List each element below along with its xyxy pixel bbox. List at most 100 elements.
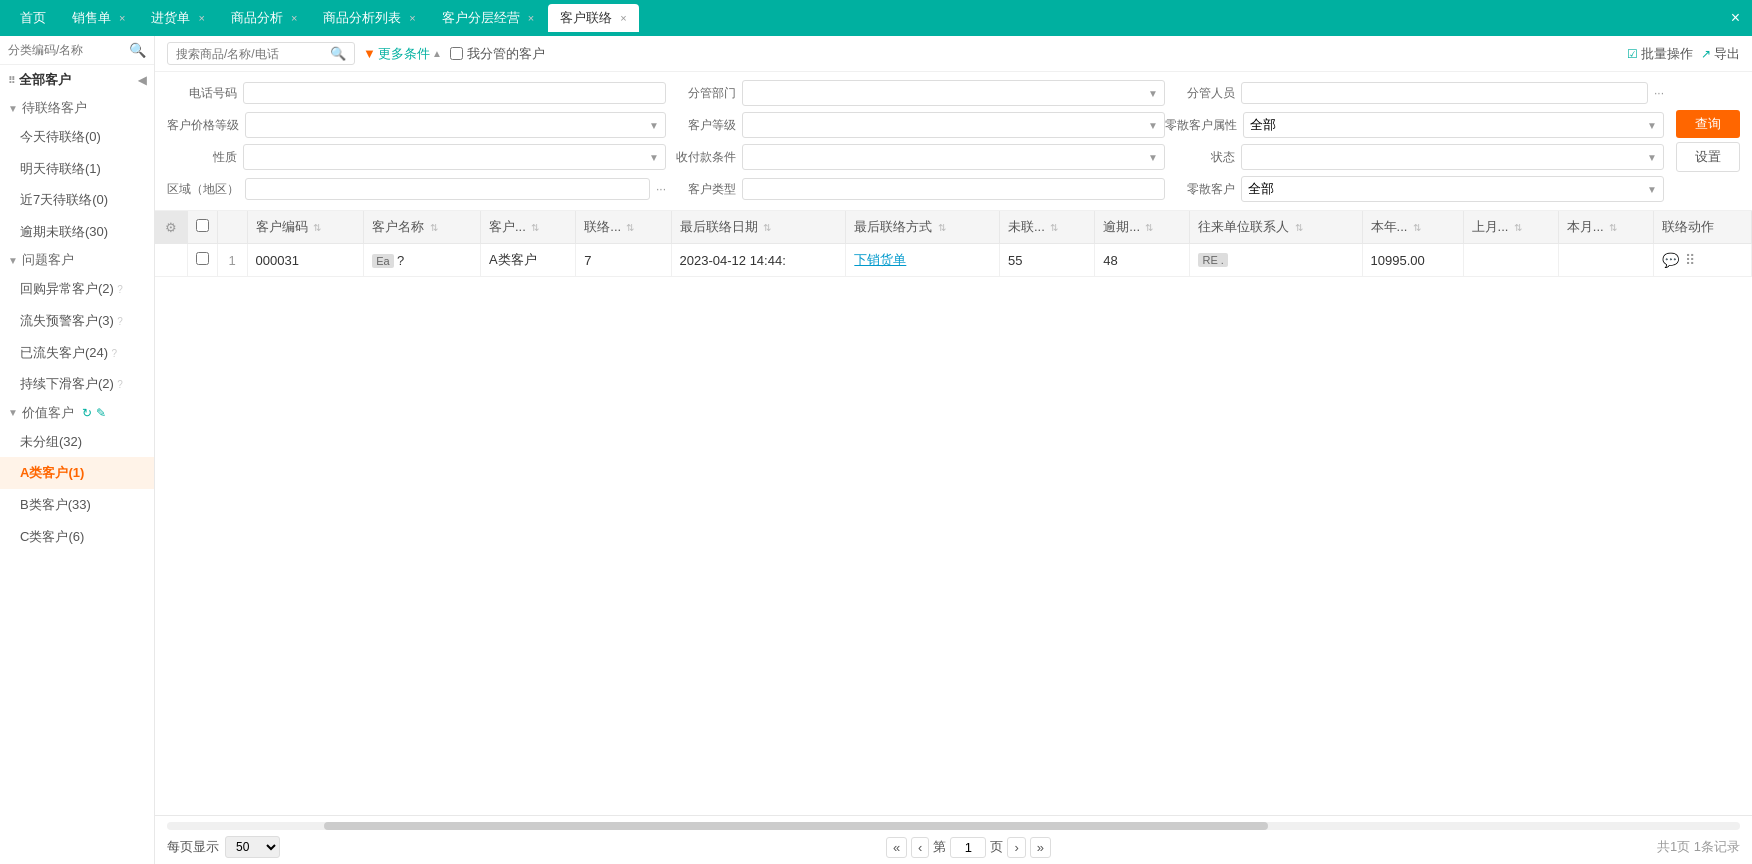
sort-icon-contact[interactable]: ⇅ [626,222,634,233]
sort-icon-type[interactable]: ⇅ [531,222,539,233]
batch-op-button[interactable]: ☑ 批量操作 [1627,45,1693,63]
sidebar-group-value[interactable]: ▼ 价值客户 ↻ ✎ [0,400,154,426]
nav-tab-customer-mgmt-close[interactable]: × [528,12,534,24]
help-icon-1: ? [117,284,123,295]
nav-tab-purchase[interactable]: 进货单 × [139,4,216,32]
sidebar-group-pending[interactable]: ▼ 待联络客户 [0,95,154,121]
edit-icon[interactable]: ✎ [96,406,106,420]
filter-select-nature[interactable]: ▼ [243,144,666,170]
sidebar-item-tomorrow-pending[interactable]: 明天待联络(1) [0,153,154,185]
sidebar-collapse-icon[interactable]: ◀ [138,74,146,87]
filter-my-customers-label: 我分管的客户 [467,45,545,63]
page-label: 第 [933,838,946,856]
td-customer-type: A类客户 [481,244,576,277]
sort-icon-this-month[interactable]: ⇅ [1609,222,1617,233]
horizontal-scrollbar-track[interactable] [167,822,1740,830]
prev-page-button[interactable]: ‹ [911,837,929,858]
sidebar-item-churn-warning[interactable]: 流失预警客户(3) ? [0,305,154,337]
filter-select-payment[interactable]: ▼ [742,144,1165,170]
chevron-down-icon: ▼ [1148,88,1158,99]
sidebar-group-problem[interactable]: ▼ 问题客户 [0,247,154,273]
per-page-select[interactable]: 50 100 200 [225,836,280,858]
not-contacted-value: 55 [1008,253,1022,268]
filter-select-customer-level[interactable]: ▼ [742,112,1165,138]
filter-search-input[interactable] [176,47,326,61]
filter-select-dept[interactable]: ▼ [742,80,1165,106]
filter-search-icon[interactable]: 🔍 [330,46,346,61]
sidebar-item-churned[interactable]: 已流失客户(24) ? [0,337,154,369]
sidebar-item-ungrouped[interactable]: 未分组(32) [0,426,154,458]
sort-icon-last-month[interactable]: ⇅ [1514,222,1522,233]
sidebar-item-class-b[interactable]: B类客户(33) [0,489,154,521]
action-message-icon[interactable]: 💬 [1662,252,1679,268]
th-customer-code-label: 客户编码 [256,219,308,234]
filter-select-sparse-customer[interactable]: 全部 ▼ [1241,176,1664,202]
th-this-year: 本年... ⇅ [1362,211,1463,244]
filter-select-price-level[interactable]: ▼ [245,112,666,138]
sort-icon-code[interactable]: ⇅ [313,222,321,233]
filter-my-customers-checkbox[interactable] [450,47,463,60]
filter-select-sparse-customer-value: 全部 [1248,180,1274,198]
nav-tab-customer-mgmt[interactable]: 客户分层经营 × [430,4,546,32]
sidebar-search-icon[interactable]: 🔍 [129,42,146,58]
last-page-button[interactable]: » [1030,837,1051,858]
sort-icon-name[interactable]: ⇅ [430,222,438,233]
filter-select-sparse-attr[interactable]: 全部 ▼ [1243,112,1664,138]
sidebar-item-declining[interactable]: 持续下滑客户(2) ? [0,368,154,400]
sidebar-item-today-pending[interactable]: 今天待联络(0) [0,121,154,153]
page-number-input[interactable] [950,837,986,858]
sidebar-item-class-c[interactable]: C类客户(6) [0,521,154,553]
refresh-icon[interactable]: ↻ [82,406,92,420]
sidebar-search-input[interactable] [8,43,125,57]
sidebar-item-overdue-pending[interactable]: 逾期未联络(30) [0,216,154,248]
nav-tab-sales-close[interactable]: × [119,12,125,24]
sort-icon-person[interactable]: ⇅ [1295,222,1303,233]
sort-icon-not-contacted[interactable]: ⇅ [1050,222,1058,233]
filter-cell-dept: 分管部门 ▼ [666,80,1165,106]
sort-icon-this-year[interactable]: ⇅ [1413,222,1421,233]
filter-input-customer-type[interactable] [742,178,1165,200]
nav-home[interactable]: 首页 [8,4,58,32]
sidebar-all-customers[interactable]: ⠿ 全部客户 ◀ [0,65,154,95]
last-contact-method-link[interactable]: 下销货单 [854,252,906,267]
sidebar-item-repurchase-anomaly[interactable]: 回购异常客户(2) ? [0,273,154,305]
th-not-contacted: 未联... ⇅ [999,211,1094,244]
next-page-button[interactable]: › [1007,837,1025,858]
export-button[interactable]: ↗ 导出 [1701,45,1740,63]
sort-icon-method[interactable]: ⇅ [938,222,946,233]
chevron-down-icon-3: ▼ [1148,120,1158,131]
nav-tab-customer-contact-close[interactable]: × [620,12,626,24]
sidebar-item-7day-pending[interactable]: 近7天待联络(0) [0,184,154,216]
nav-tab-purchase-close[interactable]: × [198,12,204,24]
customer-name-prefix: Ea [372,254,393,268]
td-not-contacted: 55 [999,244,1094,277]
filter-row-1: 电话号码 分管部门 ▼ 分管人员 [167,80,1664,106]
sort-icon-date[interactable]: ⇅ [763,222,771,233]
select-all-checkbox[interactable] [196,219,209,232]
filter-input-region[interactable] [245,178,650,200]
first-page-button[interactable]: « [886,837,907,858]
filter-select-status[interactable]: ▼ [1241,144,1664,170]
query-button[interactable]: 查询 [1676,110,1740,138]
nav-tab-customer-contact[interactable]: 客户联络 × [548,4,638,32]
nav-tab-sales[interactable]: 销售单 × [60,4,137,32]
sidebar-item-churn-warning-label: 流失预警客户(3) [20,313,114,328]
filter-input-manager[interactable] [1241,82,1648,104]
nav-tab-analysis[interactable]: 商品分析 × [219,4,309,32]
nav-tab-analysis-list-close[interactable]: × [409,12,415,24]
table-gear-icon[interactable]: ⚙ [165,220,177,235]
horizontal-scrollbar-thumb[interactable] [324,822,1268,830]
filter-region-dots[interactable]: ··· [656,182,666,196]
action-more-icon[interactable]: ⠿ [1685,252,1695,268]
sort-icon-overdue[interactable]: ⇅ [1145,222,1153,233]
nav-tab-analysis-close[interactable]: × [291,12,297,24]
settings-button[interactable]: 设置 [1676,142,1740,172]
sidebar-item-class-a[interactable]: A类客户(1) [0,457,154,489]
top-navigation: 首页 销售单 × 进货单 × 商品分析 × 商品分析列表 × 客户分层经营 × … [0,0,1752,36]
filter-input-phone[interactable] [243,82,666,104]
filter-more-conditions[interactable]: ▼ 更多条件 ▲ [363,45,442,63]
filter-manager-dots[interactable]: ··· [1654,86,1664,100]
nav-tab-analysis-list[interactable]: 商品分析列表 × [311,4,427,32]
close-all-tabs-button[interactable]: × [1727,5,1744,31]
row-checkbox[interactable] [196,252,209,265]
